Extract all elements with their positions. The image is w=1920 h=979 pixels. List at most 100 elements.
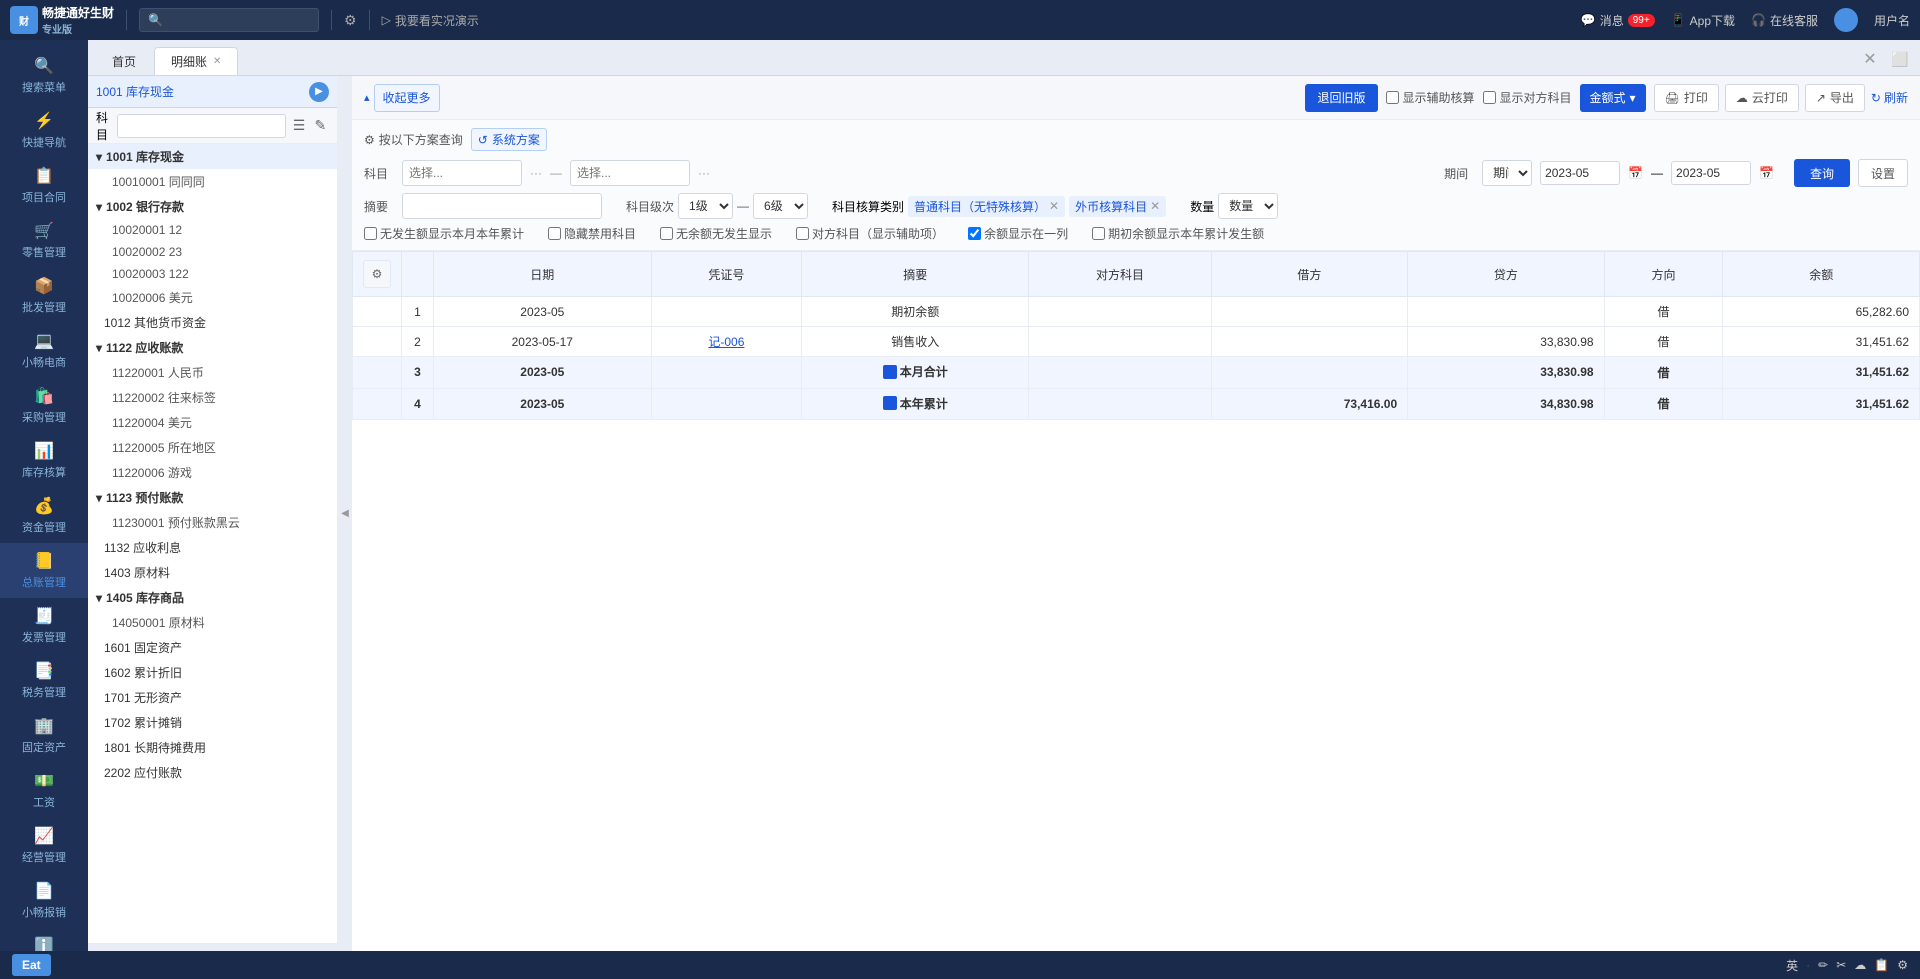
tree-item-11220005[interactable]: 11220005 所在地区 <box>88 435 337 460</box>
tree-item-1602[interactable]: 1602 累计折旧 <box>88 660 337 685</box>
tree-item-10020002[interactable]: 10020002 23 <box>88 241 337 263</box>
sidebar-item-salary[interactable]: 💵 工资 <box>0 763 88 818</box>
tree-item-10020003[interactable]: 10020003 122 <box>88 263 337 285</box>
checkbox-counterpart-display[interactable]: 对方科目（显示辅助项） <box>796 225 944 242</box>
list-view-btn[interactable]: ☰ <box>290 114 307 138</box>
tab-home[interactable]: 首页 <box>96 47 152 75</box>
tree-item-1001[interactable]: ▾ 1001 库存现金 <box>88 144 337 169</box>
edit-icon[interactable]: ✏ <box>1818 958 1828 972</box>
level-to-select[interactable]: 6级4级5级 <box>753 193 808 219</box>
account-search-input[interactable] <box>117 114 286 138</box>
category-tag-close2[interactable]: ✕ <box>1150 199 1160 213</box>
tree-item-10020006[interactable]: 10020006 美元 <box>88 285 337 310</box>
tree-item-11220004[interactable]: 11220004 美元 <box>88 410 337 435</box>
tree-item-11220002[interactable]: 11220002 往来标签 <box>88 385 337 410</box>
nav-arrow-btn[interactable]: ▶ <box>309 82 329 102</box>
tree-item-1601[interactable]: 1601 固定资产 <box>88 635 337 660</box>
top-search[interactable]: 🔍 <box>139 8 319 32</box>
tree-item-11220006[interactable]: 11220006 游戏 <box>88 460 337 485</box>
tree-item-1403[interactable]: 1403 原材料 <box>88 560 337 585</box>
settings-icon[interactable]: ⚙ <box>344 12 357 29</box>
period-from-input[interactable] <box>1540 161 1620 185</box>
tree-item-14050001[interactable]: 14050001 原材料 <box>88 610 337 635</box>
lang-btn[interactable]: 英 <box>1786 957 1798 974</box>
tab-maximize-btn[interactable]: ⬜ <box>1888 47 1912 71</box>
tree-item-1132[interactable]: 1132 应收利息 <box>88 535 337 560</box>
sidebar-item-fixed-assets[interactable]: 🏢 固定资产 <box>0 708 88 763</box>
tree-item-1012[interactable]: 1012 其他货币资金 <box>88 310 337 335</box>
cloud-print-btn[interactable]: ☁ 云打印 <box>1725 84 1799 112</box>
checkbox-no-occurrence[interactable]: 无发生额显示本月本年累计 <box>364 225 524 242</box>
tree-item-11230001[interactable]: 11230001 预付账款黑云 <box>88 510 337 535</box>
tree-item-2202[interactable]: 2202 应付账款 <box>88 760 337 785</box>
level-from-select[interactable]: 1级2级3级 <box>678 193 733 219</box>
table-settings-icon[interactable]: ⚙ <box>363 260 391 288</box>
period-type-select[interactable]: 期间 <box>1482 160 1532 186</box>
export-btn[interactable]: ↗ 导出 <box>1805 84 1865 112</box>
qty-select[interactable]: 数量 <box>1218 193 1278 219</box>
period-to-input[interactable] <box>1671 161 1751 185</box>
period-cal-icon1[interactable]: 📅 <box>1628 166 1643 180</box>
eat-btn[interactable]: Eat <box>12 954 51 976</box>
show-aux-checkbox[interactable] <box>1386 91 1399 104</box>
voucher-link[interactable]: 记-006 <box>708 335 744 349</box>
sidebar-item-sales-report[interactable]: 📄 小畅报销 <box>0 873 88 928</box>
tree-item-1123[interactable]: ▾ 1123 预付账款 <box>88 485 337 510</box>
tree-item-11220001[interactable]: 11220001 人民币 <box>88 360 337 385</box>
cut-icon[interactable]: ✂ <box>1836 958 1846 972</box>
subject-filter-input[interactable] <box>402 160 522 186</box>
back-to-old-btn[interactable]: 退回旧版 <box>1305 84 1377 112</box>
refresh-btn[interactable]: ↻ 刷新 <box>1871 89 1908 106</box>
tree-item-1702[interactable]: 1702 累计摊销 <box>88 710 337 735</box>
checkbox-balance-column[interactable]: 余额显示在一列 <box>968 225 1068 242</box>
sidebar-item-invoice[interactable]: 🧾 发票管理 <box>0 598 88 653</box>
subject-filter-input2[interactable] <box>570 160 690 186</box>
tab-close-all-btn[interactable]: ✕ <box>1858 47 1882 71</box>
sidebar-item-tax[interactable]: 📑 税务管理 <box>0 653 88 708</box>
checkbox-no-balance[interactable]: 无余额无发生显示 <box>660 225 772 242</box>
sidebar-item-basic-info[interactable]: ℹ️ 基础信息 <box>0 928 88 951</box>
tree-item-10020001[interactable]: 10020001 12 <box>88 219 337 241</box>
tab-detail[interactable]: 明细账 ✕ <box>154 47 238 75</box>
sidebar-item-purchase[interactable]: 🛍️ 采购管理 <box>0 378 88 433</box>
edit-view-btn[interactable]: ✎ <box>312 114 329 138</box>
tree-item-1002[interactable]: ▾ 1002 银行存款 <box>88 194 337 219</box>
left-panel-collapse-btn[interactable]: ◀ <box>338 76 352 951</box>
tree-item-1701[interactable]: 1701 无形资产 <box>88 685 337 710</box>
tree-item-1801[interactable]: 1801 长期待摊费用 <box>88 735 337 760</box>
system-scheme-btn[interactable]: ↺ 系统方案 <box>471 128 547 151</box>
avatar[interactable] <box>1834 8 1858 32</box>
sidebar-item-wholesale[interactable]: 📦 批发管理 <box>0 268 88 323</box>
tree-item-1122[interactable]: ▾ 1122 应收账款 <box>88 335 337 360</box>
cloud-icon[interactable]: ☁ <box>1854 958 1866 972</box>
show-counterpart-checkbox[interactable] <box>1483 91 1496 104</box>
settings-btn[interactable]: 设置 <box>1858 159 1908 187</box>
sidebar-item-search[interactable]: 🔍 搜索菜单 <box>0 48 88 103</box>
sidebar-item-ecommerce[interactable]: 💻 小畅电商 <box>0 323 88 378</box>
tree-item-1405[interactable]: ▾ 1405 库存商品 <box>88 585 337 610</box>
message-btn[interactable]: 💬 消息 99+ <box>1581 12 1655 29</box>
expand-more-btn[interactable]: 收起更多 <box>374 84 440 112</box>
clipboard-icon[interactable]: 📋 <box>1874 958 1889 972</box>
sidebar-item-retail[interactable]: 🛒 零售管理 <box>0 213 88 268</box>
scrollbar-h[interactable] <box>88 943 337 951</box>
summary-filter-input[interactable] <box>402 193 602 219</box>
sidebar-item-quick-nav[interactable]: ⚡ 快捷导航 <box>0 103 88 158</box>
format-btn[interactable]: 金额式 ▾ <box>1580 84 1646 112</box>
sidebar-item-accounting[interactable]: 📒 总账管理 <box>0 543 88 598</box>
checkbox-period-balance[interactable]: 期初余额显示本年累计发生额 <box>1092 225 1264 242</box>
sidebar-item-inventory[interactable]: 📊 库存核算 <box>0 433 88 488</box>
app-download-btn[interactable]: 📱 App下载 <box>1671 12 1735 29</box>
demo-link[interactable]: ▷ 我要看实况演示 <box>382 12 479 29</box>
tree-item-10010001[interactable]: 10010001 同同同 <box>88 169 337 194</box>
period-cal-icon2[interactable]: 📅 <box>1759 166 1774 180</box>
tab-close-btn[interactable]: ✕ <box>213 56 221 67</box>
sidebar-item-finance[interactable]: 💰 资金管理 <box>0 488 88 543</box>
category-tag-close1[interactable]: ✕ <box>1049 199 1059 213</box>
settings-bottom-icon[interactable]: ⚙ <box>1897 958 1908 972</box>
checkbox-hide-disabled[interactable]: 隐藏禁用科目 <box>548 225 636 242</box>
sidebar-item-business[interactable]: 📈 经营管理 <box>0 818 88 873</box>
online-service-btn[interactable]: 🎧 在线客服 <box>1751 12 1818 29</box>
query-btn[interactable]: 查询 <box>1794 159 1850 187</box>
sidebar-item-project[interactable]: 📋 项目合同 <box>0 158 88 213</box>
